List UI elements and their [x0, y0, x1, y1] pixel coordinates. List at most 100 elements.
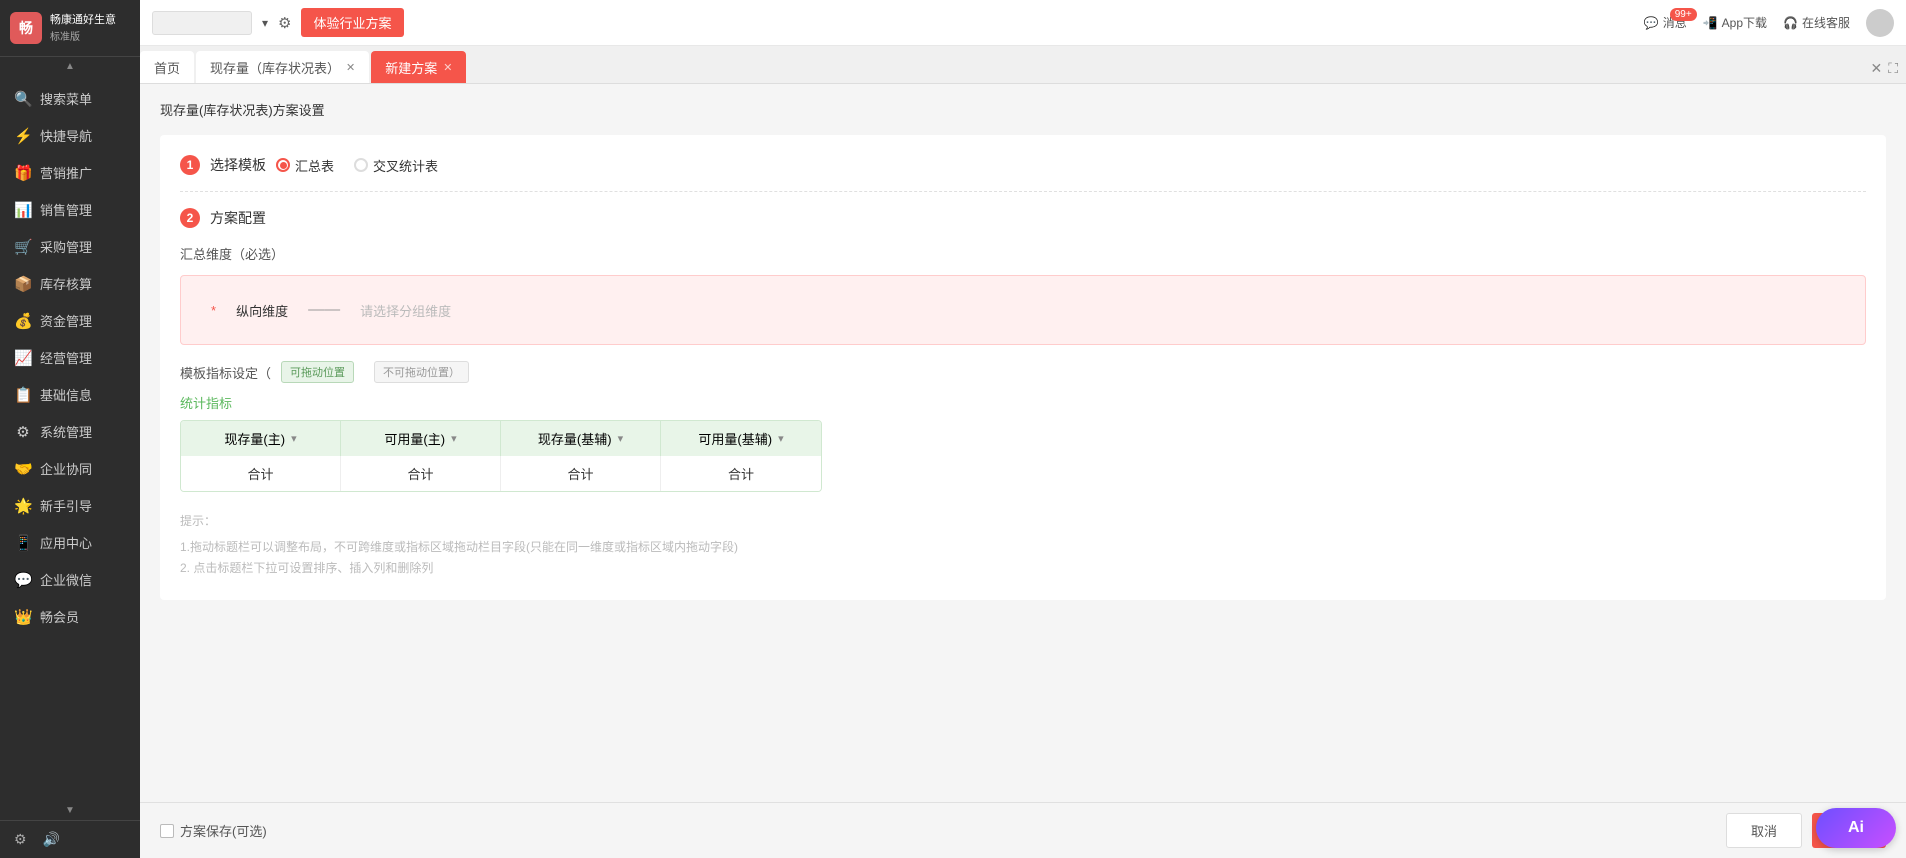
save-option-checkbox[interactable]: 方案保存(可选): [160, 821, 267, 840]
app-download-label: App下载: [1722, 14, 1767, 31]
dimension-box[interactable]: * 纵向维度 —— 请选择分组维度: [180, 275, 1866, 345]
sidebar-item-basic[interactable]: 📋 基础信息: [0, 376, 140, 413]
stats-col-2-label: 可用量(主): [384, 429, 445, 448]
cancel-button[interactable]: 取消: [1726, 813, 1802, 848]
basic-icon: 📋: [14, 386, 32, 404]
stats-col-3-body: 合计: [501, 456, 661, 491]
window-expand-icon[interactable]: ⛶: [1888, 60, 1898, 77]
sidebar-item-purchase[interactable]: 🛒 采购管理: [0, 228, 140, 265]
sidebar-item-label: 快捷导航: [40, 126, 92, 145]
indicators-config-label: 模板指标设定（ 可拖动位置 不可拖动位置）: [180, 361, 1866, 383]
divider-1: [180, 191, 1866, 192]
user-avatar[interactable]: [1866, 9, 1894, 37]
tab-home-label: 首页: [154, 58, 180, 77]
bottom-bar: 方案保存(可选) 取消 查询: [140, 802, 1906, 858]
tab-new-plan[interactable]: 新建方案 ✕: [371, 51, 466, 83]
wechat-icon: 💬: [14, 571, 32, 589]
scroll-up-btn[interactable]: ▲: [0, 57, 140, 76]
tab-home[interactable]: 首页: [140, 51, 194, 83]
message-badge: 99+: [1670, 8, 1697, 21]
radio-summary[interactable]: 汇总表: [276, 156, 334, 175]
window-controls: ✕ ⛶: [1870, 60, 1906, 83]
marketing-icon: 🎁: [14, 164, 32, 182]
messages-button[interactable]: 💬 消息 99+: [1644, 14, 1687, 31]
main-area: ▾ ⚙ 体验行业方案 💬 消息 99+ 📲 App下载 🎧 在线客服 首页: [140, 0, 1906, 858]
sidebar-item-quick-nav[interactable]: ⚡ 快捷导航: [0, 117, 140, 154]
radio-summary-label: 汇总表: [295, 156, 334, 175]
sidebar-item-coop[interactable]: 🤝 企业协同: [0, 450, 140, 487]
tab-new-plan-close-icon[interactable]: ✕: [443, 61, 452, 74]
service-label: 在线客服: [1802, 14, 1850, 31]
tab-inventory-label: 现存量（库存状况表）: [210, 58, 340, 77]
finance-icon: 💰: [14, 312, 32, 330]
save-checkbox-box[interactable]: [160, 824, 174, 838]
topbar: ▾ ⚙ 体验行业方案 💬 消息 99+ 📲 App下载 🎧 在线客服: [140, 0, 1906, 46]
search-icon: 🔍: [14, 90, 32, 108]
sidebar-item-sales[interactable]: 📊 销售管理: [0, 191, 140, 228]
app-download-button[interactable]: 📲 App下载: [1703, 14, 1767, 31]
sidebar-header: 畅 畅康通好生意 标准版: [0, 0, 140, 57]
ai-float-label: Ai: [1848, 819, 1864, 837]
ai-float-button[interactable]: Ai: [1816, 808, 1896, 848]
sidebar-item-label: 畅会员: [40, 607, 79, 626]
stats-table-body: 合计 合计 合计 合计: [181, 456, 821, 491]
stats-col-1-header[interactable]: 现存量(主) ▾: [181, 421, 341, 456]
sidebar-logo: 畅: [10, 12, 42, 44]
sidebar-item-appstore[interactable]: 📱 应用中心: [0, 524, 140, 561]
online-service-button[interactable]: 🎧 在线客服: [1783, 14, 1850, 31]
radio-cross[interactable]: 交叉统计表: [354, 156, 438, 175]
col-1-dropdown-icon[interactable]: ▾: [291, 432, 297, 445]
sidebar-item-guide[interactable]: 🌟 新手引导: [0, 487, 140, 524]
sidebar-item-wechat[interactable]: 💬 企业微信: [0, 561, 140, 598]
sidebar-item-operations[interactable]: 📈 经营管理: [0, 339, 140, 376]
sidebar-item-marketing[interactable]: 🎁 营销推广: [0, 154, 140, 191]
radio-cross-label: 交叉统计表: [373, 156, 438, 175]
stats-col-4-header[interactable]: 可用量(基辅) ▾: [661, 421, 821, 456]
template-radio-group: 汇总表 交叉统计表: [276, 156, 1866, 175]
topbar-dropdown-arrow[interactable]: ▾: [262, 16, 268, 30]
app-download-icon: 📲: [1703, 16, 1718, 30]
topbar-search-input[interactable]: [152, 11, 252, 35]
sidebar-item-label: 经营管理: [40, 348, 92, 367]
industry-plan-button[interactable]: 体验行业方案: [301, 8, 403, 37]
scroll-down-btn[interactable]: ▼: [0, 801, 140, 820]
operations-icon: 📈: [14, 349, 32, 367]
dimension-placeholder: 请选择分组维度: [360, 301, 451, 320]
save-option-label: 方案保存(可选): [180, 821, 267, 840]
sidebar-item-label: 新手引导: [40, 496, 92, 515]
step2-number: 2: [180, 208, 200, 228]
window-close-icon[interactable]: ✕: [1870, 60, 1882, 77]
col-3-dropdown-icon[interactable]: ▾: [618, 432, 624, 445]
stats-col-2-header[interactable]: 可用量(主) ▾: [341, 421, 501, 456]
system-icon: ⚙: [14, 423, 32, 441]
sidebar-item-system[interactable]: ⚙ 系统管理: [0, 413, 140, 450]
settings-icon[interactable]: ⚙: [14, 831, 27, 848]
topbar-settings-icon[interactable]: ⚙: [278, 14, 291, 32]
stats-col-3-header[interactable]: 现存量(基辅) ▾: [501, 421, 661, 456]
radio-cross-circle: [354, 158, 368, 172]
sound-icon[interactable]: 🔊: [43, 831, 60, 848]
service-icon: 🎧: [1783, 16, 1798, 30]
stats-col-1-body: 合计: [181, 456, 341, 491]
col-2-dropdown-icon[interactable]: ▾: [451, 432, 457, 445]
tab-bar: 首页 现存量（库存状况表） ✕ 新建方案 ✕ ✕ ⛶: [140, 46, 1906, 84]
tab-inventory-close-icon[interactable]: ✕: [346, 61, 355, 74]
sidebar-item-label: 企业协同: [40, 459, 92, 478]
sidebar-item-search[interactable]: 🔍 搜索菜单: [0, 80, 140, 117]
member-icon: 👑: [14, 608, 32, 626]
dimension-section-title: 汇总维度（必选）: [180, 244, 1866, 263]
sidebar-item-label: 库存核算: [40, 274, 92, 293]
non-draggable-tag: 不可拖动位置）: [374, 361, 469, 383]
tips-item-2: 2. 点击标题栏下拉可设置排序、插入列和删除列: [180, 558, 1866, 580]
sidebar-item-label: 营销推广: [40, 163, 92, 182]
sidebar-item-finance[interactable]: 💰 资金管理: [0, 302, 140, 339]
tab-inventory-status[interactable]: 现存量（库存状况表） ✕: [196, 51, 369, 83]
sidebar-item-inventory[interactable]: 📦 库存核算: [0, 265, 140, 302]
tips-item-1: 1.拖动标题栏可以调整布局，不可跨维度或指标区域拖动栏目字段(只能在同一维度或指…: [180, 537, 1866, 559]
stats-table: 现存量(主) ▾ 可用量(主) ▾ 现存量(基辅) ▾ 可用量(基辅): [180, 420, 822, 492]
stats-col-4-body: 合计: [661, 456, 821, 491]
sidebar-item-label: 采购管理: [40, 237, 92, 256]
col-4-dropdown-icon[interactable]: ▾: [778, 432, 784, 445]
sidebar-item-member[interactable]: 👑 畅会员: [0, 598, 140, 635]
stats-table-header: 现存量(主) ▾ 可用量(主) ▾ 现存量(基辅) ▾ 可用量(基辅): [181, 421, 821, 456]
